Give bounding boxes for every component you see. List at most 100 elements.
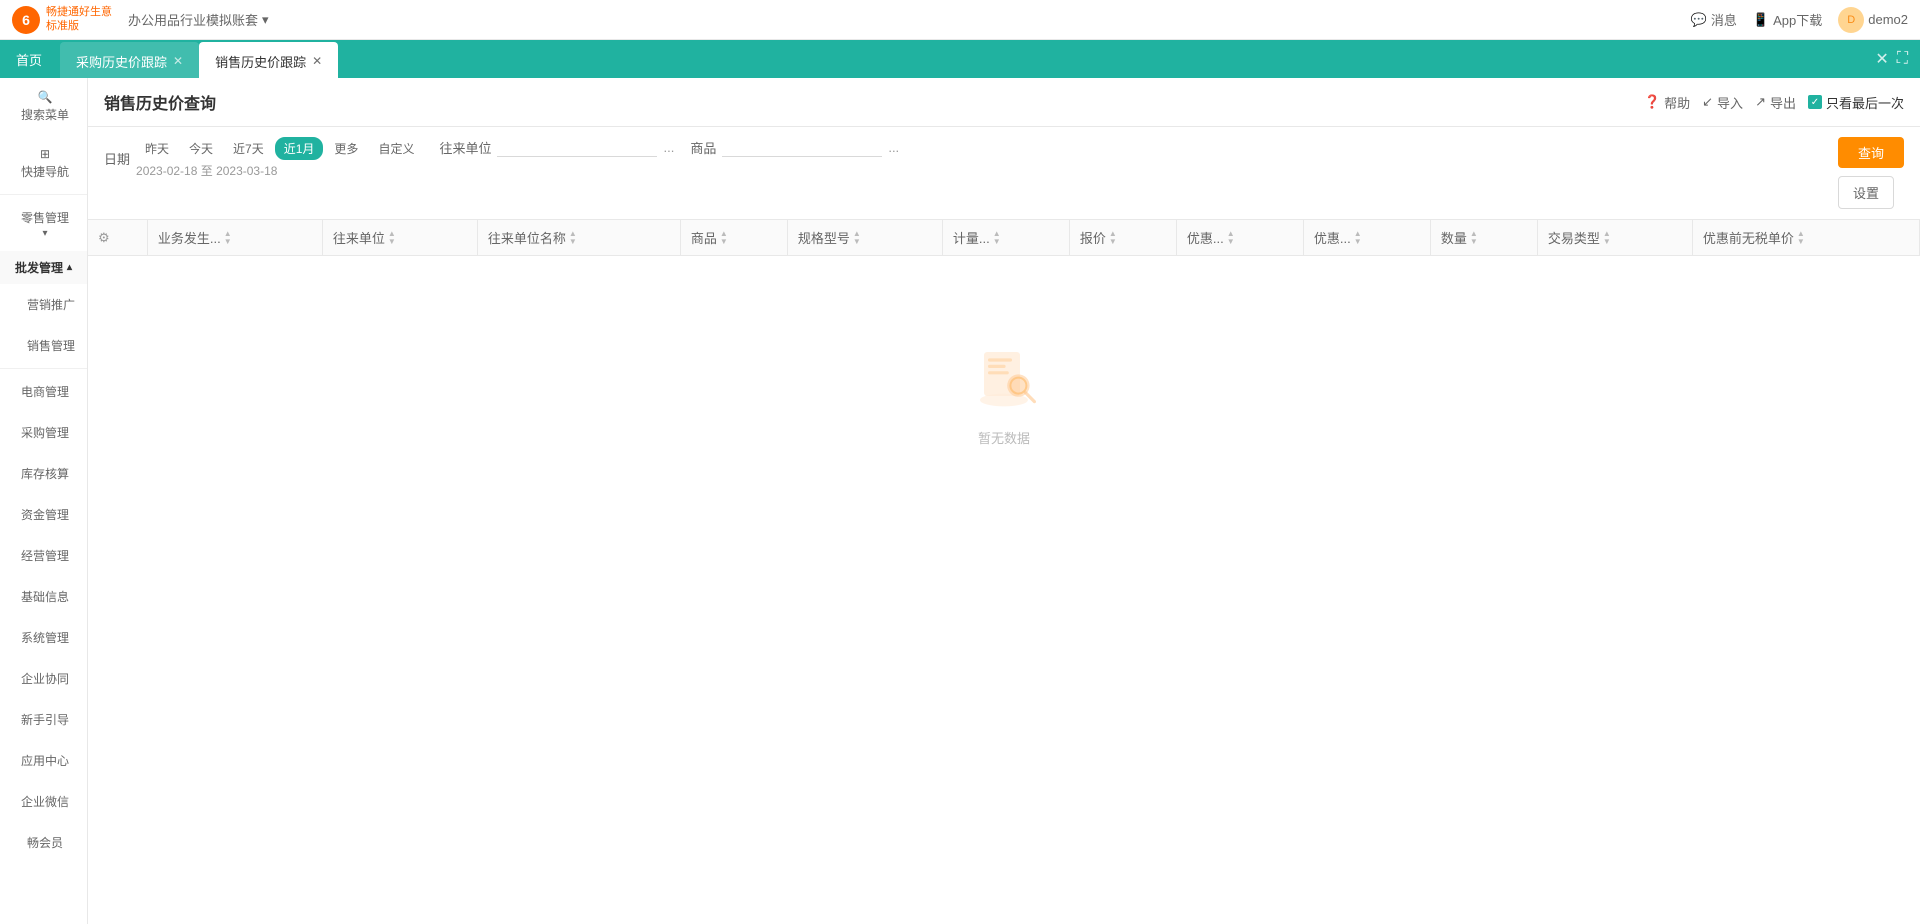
export-button[interactable]: ↗ 导出 bbox=[1755, 93, 1796, 112]
top-bar-left: 6 畅捷通好生意 标准版 办公用品行业模拟账套 ▾ bbox=[12, 6, 277, 34]
data-table: ⚙ 业务发生... ▲▼ 往来单位 ▲▼ bbox=[88, 220, 1920, 256]
th-goods[interactable]: 商品 ▲▼ bbox=[680, 220, 787, 256]
download-icon: 📱 bbox=[1753, 12, 1769, 28]
page-title: 销售历史价查询 bbox=[104, 90, 216, 114]
tab-maximize-button[interactable]: ⛶ bbox=[1897, 50, 1908, 68]
sidebar-item-member[interactable]: 畅会员 bbox=[0, 822, 87, 863]
partner-filter-group: 往来单位 ... bbox=[439, 137, 674, 157]
tab-bar: 首页 采购历史价跟踪 ✕ 销售历史价跟踪 ✕ ✕ ⛶ bbox=[0, 40, 1920, 78]
date-label: 日期 bbox=[104, 149, 130, 168]
th-trade-type[interactable]: 交易类型 ▲▼ bbox=[1537, 220, 1692, 256]
partner-label: 往来单位 bbox=[439, 138, 491, 157]
sidebar-divider-2 bbox=[0, 368, 87, 369]
chevron-down-icon: ▾ bbox=[262, 12, 269, 28]
sidebar-item-finance[interactable]: 资金管理 bbox=[0, 494, 87, 535]
sidebar-divider-1 bbox=[0, 194, 87, 195]
sidebar-item-search[interactable]: 🔍 搜索菜单 bbox=[0, 78, 87, 135]
sidebar: 🔍 搜索菜单 ⊞ 快捷导航 零售管理 ▾ 批发管理 ▴ 营销推广 销售管理 电商… bbox=[0, 78, 88, 924]
date-btn-yesterday[interactable]: 昨天 bbox=[136, 137, 178, 160]
date-btn-custom[interactable]: 自定义 bbox=[369, 137, 423, 160]
chevron-down-icon: ▾ bbox=[42, 228, 47, 239]
content-area: 销售历史价查询 ❓ 帮助 ↙ 导入 ↗ 导出 ✓ 只看最后一次 bbox=[88, 78, 1920, 924]
chevron-up-icon: ▴ bbox=[67, 262, 72, 273]
sidebar-item-sales-mgmt[interactable]: 销售管理 bbox=[0, 325, 87, 366]
date-btns-row: 昨天 今天 近7天 近1月 更多 自定义 bbox=[136, 137, 423, 160]
search-icon: 🔍 bbox=[38, 90, 53, 104]
app-download-button[interactable]: 📱 App下载 bbox=[1753, 10, 1822, 29]
th-partner-name[interactable]: 往来单位名称 ▲▼ bbox=[477, 220, 680, 256]
table-header: ⚙ 业务发生... ▲▼ 往来单位 ▲▼ bbox=[88, 220, 1920, 256]
th-price[interactable]: 报价 ▲▼ bbox=[1069, 220, 1176, 256]
sidebar-item-quick-nav[interactable]: ⊞ 快捷导航 bbox=[0, 135, 87, 192]
empty-state: 暂无数据 bbox=[88, 256, 1920, 527]
th-spec[interactable]: 规格型号 ▲▼ bbox=[787, 220, 942, 256]
message-icon: 💬 bbox=[1691, 12, 1707, 28]
import-icon: ↙ bbox=[1702, 94, 1713, 110]
empty-text: 暂无数据 bbox=[978, 428, 1030, 447]
th-partner-code[interactable]: 往来单位 ▲▼ bbox=[322, 220, 477, 256]
tab-sales-close[interactable]: ✕ bbox=[312, 54, 322, 68]
th-qty[interactable]: 数量 ▲▼ bbox=[1430, 220, 1537, 256]
only-last-checkbox[interactable]: ✓ 只看最后一次 bbox=[1808, 93, 1904, 112]
app-selector[interactable]: 办公用品行业模拟账套 ▾ bbox=[120, 8, 277, 31]
th-unit[interactable]: 计量... ▲▼ bbox=[942, 220, 1069, 256]
tab-purchase[interactable]: 采购历史价跟踪 ✕ bbox=[60, 42, 199, 80]
goods-label: 商品 bbox=[690, 138, 716, 157]
grid-icon: ⊞ bbox=[40, 147, 50, 161]
checkbox-icon: ✓ bbox=[1808, 95, 1822, 109]
th-biz-date[interactable]: 业务发生... ▲▼ bbox=[147, 220, 322, 256]
import-button[interactable]: ↙ 导入 bbox=[1702, 93, 1743, 112]
tab-close-window-button[interactable]: ✕ bbox=[1875, 49, 1888, 69]
sidebar-item-purchase[interactable]: 采购管理 bbox=[0, 412, 87, 453]
sidebar-item-basic[interactable]: 基础信息 bbox=[0, 576, 87, 617]
tab-purchase-close[interactable]: ✕ bbox=[173, 54, 183, 68]
date-btn-1month[interactable]: 近1月 bbox=[275, 137, 324, 160]
date-btn-more[interactable]: 更多 bbox=[325, 137, 367, 160]
tab-home[interactable]: 首页 bbox=[0, 40, 58, 78]
filter-actions: 查询 设置 bbox=[1838, 137, 1904, 209]
partner-select-button[interactable]: ... bbox=[663, 140, 674, 155]
th-pre-tax[interactable]: 优惠前无税单价 ▲▼ bbox=[1692, 220, 1919, 256]
sidebar-item-enterprise[interactable]: 企业协同 bbox=[0, 658, 87, 699]
date-filter-group: 日期 昨天 今天 近7天 近1月 更多 自定义 2023-02-18 至 202… bbox=[104, 137, 423, 179]
top-bar: 6 畅捷通好生意 标准版 办公用品行业模拟账套 ▾ 💬 消息 📱 App下载 D… bbox=[0, 0, 1920, 40]
sidebar-item-inventory[interactable]: 库存核算 bbox=[0, 453, 87, 494]
help-icon: ❓ bbox=[1644, 94, 1660, 110]
th-gear[interactable]: ⚙ bbox=[88, 220, 147, 256]
sidebar-item-guide[interactable]: 新手引导 bbox=[0, 699, 87, 740]
logo-icon: 6 bbox=[12, 6, 40, 34]
tab-sales[interactable]: 销售历史价跟踪 ✕ bbox=[199, 42, 338, 80]
sidebar-item-system[interactable]: 系统管理 bbox=[0, 617, 87, 658]
table-area: ⚙ 业务发生... ▲▼ 往来单位 ▲▼ bbox=[88, 220, 1920, 924]
date-range-display: 2023-02-18 至 2023-03-18 bbox=[136, 162, 423, 179]
user-menu[interactable]: D demo2 bbox=[1838, 7, 1908, 33]
help-button[interactable]: ❓ 帮助 bbox=[1644, 93, 1690, 112]
settings-button[interactable]: 设置 bbox=[1838, 176, 1894, 209]
sidebar-item-app-center[interactable]: 应用中心 bbox=[0, 740, 87, 781]
sidebar-item-corp-wechat[interactable]: 企业微信 bbox=[0, 781, 87, 822]
th-discount1[interactable]: 优惠... ▲▼ bbox=[1176, 220, 1303, 256]
message-button[interactable]: 💬 消息 bbox=[1691, 10, 1737, 29]
query-button[interactable]: 查询 bbox=[1838, 137, 1904, 168]
partner-input[interactable] bbox=[497, 137, 657, 157]
top-bar-right: 💬 消息 📱 App下载 D demo2 bbox=[1691, 7, 1908, 33]
date-btn-today[interactable]: 今天 bbox=[180, 137, 222, 160]
tab-bar-actions: ✕ ⛶ bbox=[1875, 49, 1920, 69]
page-header-actions: ❓ 帮助 ↙ 导入 ↗ 导出 ✓ 只看最后一次 bbox=[1644, 93, 1904, 112]
logo-area: 6 畅捷通好生意 标准版 bbox=[12, 6, 112, 34]
goods-select-button[interactable]: ... bbox=[888, 140, 899, 155]
sidebar-item-marketing[interactable]: 营销推广 bbox=[0, 284, 87, 325]
sidebar-item-ecommerce[interactable]: 电商管理 bbox=[0, 371, 87, 412]
sidebar-item-retail[interactable]: 零售管理 ▾ bbox=[0, 197, 87, 251]
goods-filter-group: 商品 ... bbox=[690, 137, 899, 157]
empty-icon bbox=[964, 336, 1044, 416]
sidebar-item-wholesale[interactable]: 批发管理 ▴ bbox=[0, 251, 87, 284]
main-layout: 🔍 搜索菜单 ⊞ 快捷导航 零售管理 ▾ 批发管理 ▴ 营销推广 销售管理 电商… bbox=[0, 78, 1920, 924]
goods-input[interactable] bbox=[722, 137, 882, 157]
date-buttons-group: 昨天 今天 近7天 近1月 更多 自定义 2023-02-18 至 2023-0… bbox=[136, 137, 423, 179]
date-btn-7days[interactable]: 近7天 bbox=[224, 137, 273, 160]
th-discount2[interactable]: 优惠... ▲▼ bbox=[1303, 220, 1430, 256]
filter-bar: 日期 昨天 今天 近7天 近1月 更多 自定义 2023-02-18 至 202… bbox=[88, 127, 1920, 220]
avatar: D bbox=[1838, 7, 1864, 33]
sidebar-item-operation[interactable]: 经营管理 bbox=[0, 535, 87, 576]
